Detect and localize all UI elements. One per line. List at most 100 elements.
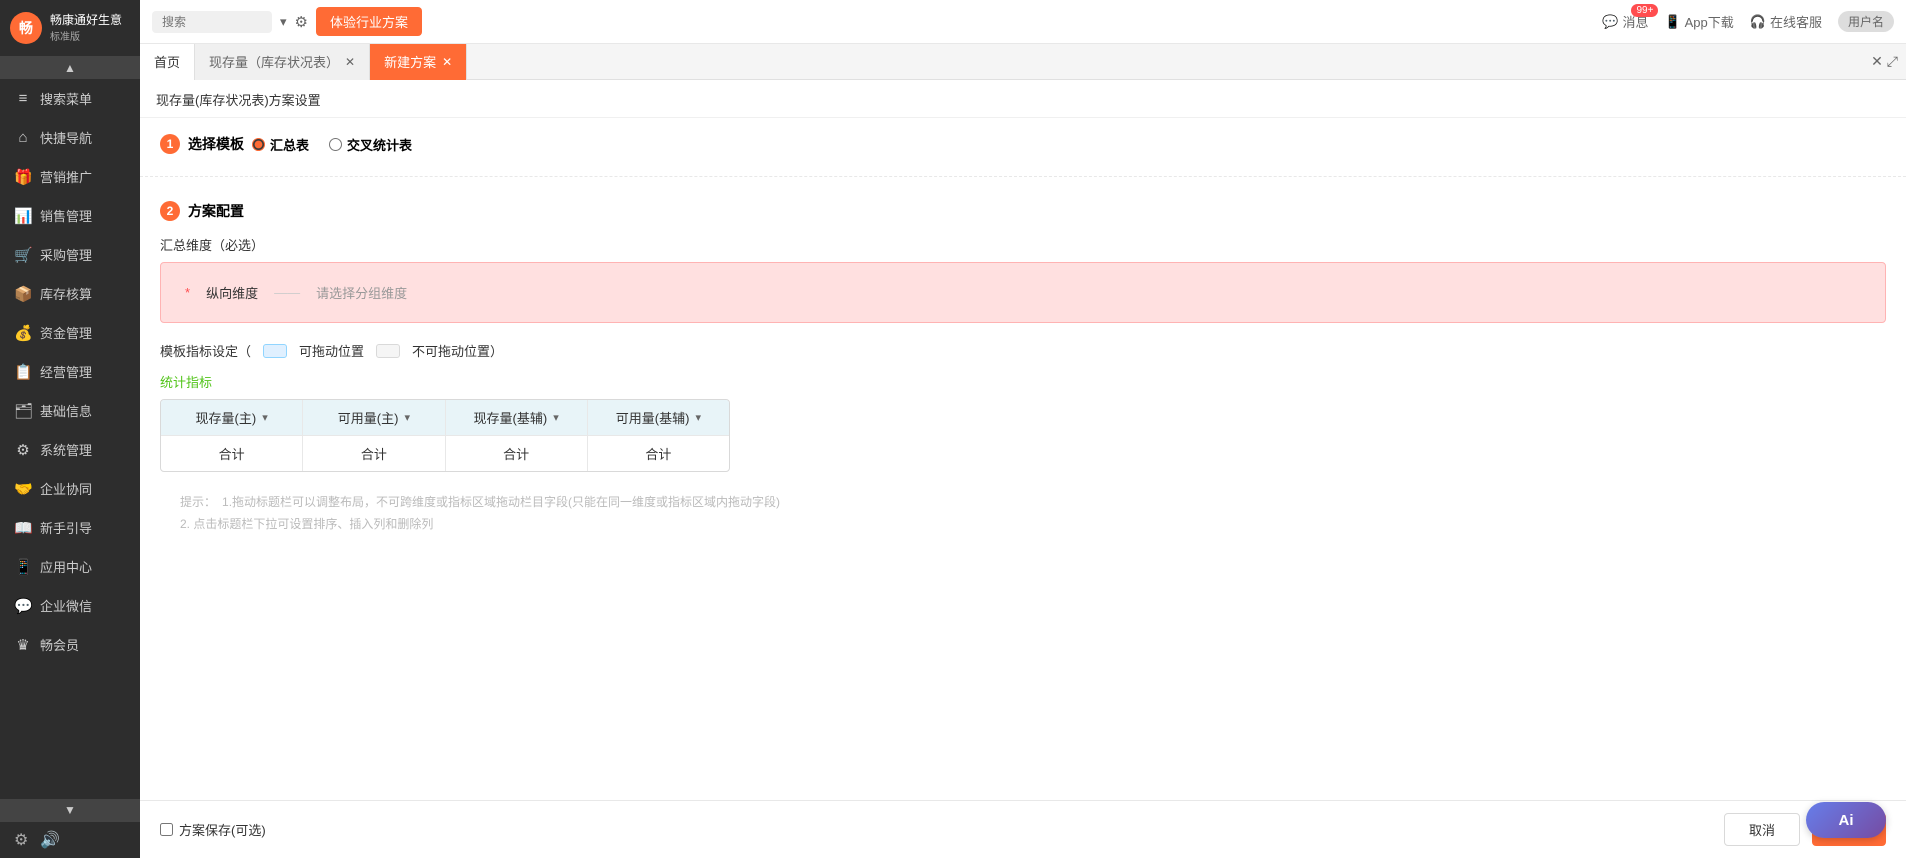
vertical-dim-label: 纵向维度 [206, 283, 258, 302]
message-button[interactable]: 💬 消息 99+ [1602, 12, 1648, 31]
ai-button[interactable]: Ai [1806, 802, 1886, 838]
phone-icon: 📱 [1664, 14, 1680, 30]
radio-summary[interactable]: 汇总表 [252, 135, 309, 154]
logo-badge: 标准版 [50, 28, 122, 43]
app-download-button[interactable]: 📱 App下载 [1664, 12, 1733, 31]
sidebar-item-search[interactable]: ≡ 搜索菜单 [0, 79, 140, 118]
sidebar-nav: ≡ 搜索菜单 ⌂ 快捷导航 🎁 营销推广 📊 销售管理 🛒 采购管理 📦 库存核… [0, 79, 140, 799]
sidebar-item-business-label: 经营管理 [40, 362, 92, 381]
clipboard-icon: 📋 [14, 363, 32, 381]
col3-label: 现存量(基辅) [474, 408, 548, 427]
indicator-settings-row: 模板指标设定（ 可拖动位置 不可拖动位置） [160, 341, 1886, 360]
sidebar-item-system-label: 系统管理 [40, 440, 92, 459]
sidebar-item-business[interactable]: 📋 经营管理 [0, 352, 140, 391]
logo-name: 畅康通好生意 [50, 13, 122, 29]
sidebar-item-search-label: 搜索菜单 [40, 89, 92, 108]
radio-cross-input[interactable] [329, 138, 342, 151]
dimension-required-area[interactable]: * 纵向维度 —— 请选择分组维度 [160, 262, 1886, 323]
chat-icon: 💬 [14, 597, 32, 615]
sidebar-scroll-down[interactable]: ▼ [0, 799, 140, 821]
table-header-col-4[interactable]: 可用量(基辅) ▾ [588, 400, 729, 435]
dropdown-icon[interactable]: ▾ [280, 14, 287, 30]
sidebar-item-sales[interactable]: 📊 销售管理 [0, 196, 140, 235]
sidebar-item-basic[interactable]: 🗂 基础信息 [0, 391, 140, 430]
table-header-col-2[interactable]: 可用量(主) ▾ [303, 400, 445, 435]
tab-home-label: 首页 [154, 52, 180, 71]
radio-summary-input[interactable] [252, 138, 265, 151]
col1-chevron[interactable]: ▾ [262, 411, 268, 424]
sidebar-item-marketing[interactable]: 🎁 营销推广 [0, 157, 140, 196]
indicator-settings-label: 模板指标设定（ [160, 341, 251, 360]
tab-inventory-close[interactable]: ✕ [345, 55, 355, 69]
table-cell-1: 合计 [161, 436, 303, 471]
sidebar-item-newbie-label: 新手引导 [40, 518, 92, 537]
table-header-col-1[interactable]: 现存量(主) ▾ [161, 400, 303, 435]
tabs-expand-button[interactable]: ⤢ [1887, 53, 1898, 70]
topbar-gear-icon[interactable]: ⚙ [295, 13, 308, 31]
step2-title: 2 方案配置 [160, 201, 1886, 221]
col1-label: 现存量(主) [196, 408, 257, 427]
tab-new-plan-close[interactable]: ✕ [442, 55, 452, 69]
non-draggable-label: 不可拖动位置） [412, 341, 503, 360]
sidebar-item-wechat[interactable]: 💬 企业微信 [0, 586, 140, 625]
tab-new-plan[interactable]: 新建方案 ✕ [370, 44, 467, 80]
topbar-right: 💬 消息 99+ 📱 App下载 🎧 在线客服 用户名 [1602, 11, 1894, 32]
main-area: ▾ ⚙ 体验行业方案 💬 消息 99+ 📱 App下载 🎧 在线客服 用户名 首… [140, 0, 1906, 858]
user-avatar[interactable]: 用户名 [1838, 11, 1894, 32]
draggable-indicator-tag [263, 344, 287, 358]
step1-badge: 1 [160, 134, 180, 154]
crown-icon: ♛ [14, 636, 32, 654]
sidebar-item-newbie[interactable]: 📖 新手引导 [0, 508, 140, 547]
info-icon: 🗂 [14, 402, 32, 420]
radio-cross[interactable]: 交叉统计表 [329, 135, 412, 154]
sidebar-item-member[interactable]: ♛ 畅会员 [0, 625, 140, 664]
sidebar-item-appstore-label: 应用中心 [40, 557, 92, 576]
step1-title: 1 选择模板 汇总表 交叉统计表 [160, 134, 1886, 154]
tabs-close-button[interactable]: ✕ [1871, 53, 1883, 70]
save-checkbox[interactable]: 方案保存(可选) [160, 820, 266, 839]
sidebar-item-contract-label: 企业协同 [40, 479, 92, 498]
save-checkbox-input[interactable] [160, 823, 173, 836]
table-cell-2: 合计 [303, 436, 445, 471]
col2-chevron[interactable]: ▾ [404, 411, 410, 424]
tip-2-content: 2. 点击标题栏下拉可设置排序、插入列和删除列 [180, 514, 433, 536]
solution-button[interactable]: 体验行业方案 [316, 7, 422, 36]
sound-icon[interactable]: 🔊 [40, 830, 60, 850]
required-star: * [185, 285, 190, 300]
draggable-label: 可拖动位置 [299, 341, 364, 360]
sidebar-item-contract[interactable]: 🤝 企业协同 [0, 469, 140, 508]
sidebar-item-basic-label: 基础信息 [40, 401, 92, 420]
sidebar-item-finance-label: 资金管理 [40, 323, 92, 342]
col4-chevron[interactable]: ▾ [695, 411, 701, 424]
table-header-col-3[interactable]: 现存量(基辅) ▾ [446, 400, 588, 435]
online-service-button[interactable]: 🎧 在线客服 [1750, 12, 1822, 31]
sidebar-item-system[interactable]: ⚙ 系统管理 [0, 430, 140, 469]
sidebar-item-inventory[interactable]: 📦 库存核算 [0, 274, 140, 313]
tabs-bar: 首页 现存量（库存状况表） ✕ 新建方案 ✕ ✕ ⤢ [140, 44, 1906, 80]
home-icon: ⌂ [14, 129, 32, 146]
dim-separator: —— [274, 285, 300, 300]
tab-inventory-status[interactable]: 现存量（库存状况表） ✕ [195, 44, 370, 80]
table-cell-3: 合计 [446, 436, 588, 471]
box-icon: 📦 [14, 285, 32, 303]
step1-section: 1 选择模板 汇总表 交叉统计表 [140, 118, 1906, 168]
online-service-label: 在线客服 [1770, 12, 1822, 31]
tip-item-2: 2. 点击标题栏下拉可设置排序、插入列和删除列 [180, 514, 1866, 536]
search-input[interactable] [152, 11, 272, 33]
gear-icon: ⚙ [14, 441, 32, 459]
tabs-actions: ✕ ⤢ [1871, 53, 1906, 70]
cancel-button[interactable]: 取消 [1724, 813, 1800, 846]
sidebar-item-finance[interactable]: 💰 资金管理 [0, 313, 140, 352]
handshake-icon: 🤝 [14, 480, 32, 498]
sidebar-item-inventory-label: 库存核算 [40, 284, 92, 303]
sidebar-item-nav[interactable]: ⌂ 快捷导航 [0, 118, 140, 157]
search-icon: ≡ [14, 90, 32, 107]
step2-label: 方案配置 [188, 201, 244, 221]
sidebar-item-purchase[interactable]: 🛒 采购管理 [0, 235, 140, 274]
sidebar-scroll-up[interactable]: ▲ [0, 57, 140, 79]
sidebar-item-appstore[interactable]: 📱 应用中心 [0, 547, 140, 586]
col3-chevron[interactable]: ▾ [553, 411, 559, 424]
settings-icon[interactable]: ⚙ [14, 830, 28, 850]
template-radio-group: 汇总表 交叉统计表 [252, 135, 412, 154]
tab-home[interactable]: 首页 [140, 44, 195, 80]
